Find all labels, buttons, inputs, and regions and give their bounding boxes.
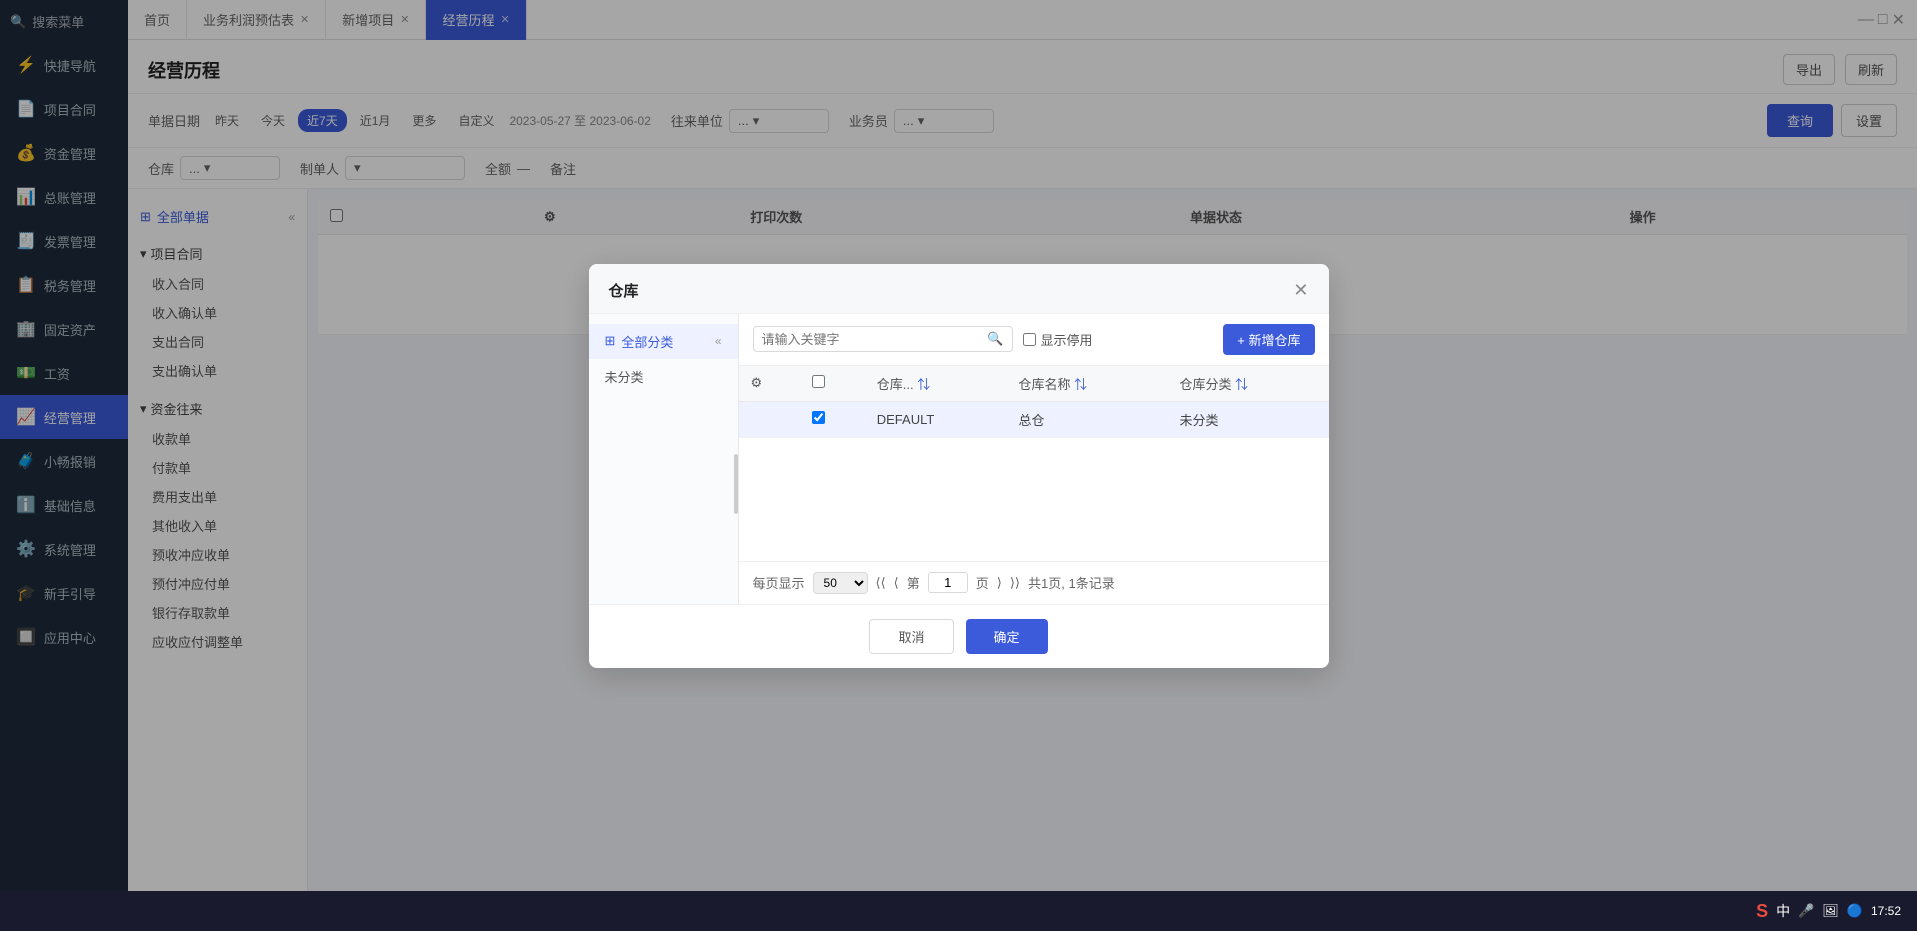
dialog-table-row[interactable]: DEFAULT 总仓 未分类: [739, 401, 1329, 437]
col-category-dialog: 仓库分类 ⇅: [1167, 366, 1328, 402]
dialog-per-page-label: 每页显示: [753, 573, 805, 592]
dialog-left-all[interactable]: ⊞ 全部分类 «: [589, 324, 738, 359]
row-category: 未分类: [1167, 401, 1328, 437]
dialog-page-next[interactable]: ⟩: [997, 575, 1002, 591]
show-disabled-checkbox[interactable]: [1023, 333, 1036, 346]
modal-overlay: 仓库 ✕ ⊞ 全部分类 « 未分类: [0, 0, 1917, 931]
dialog-right-panel: 🔍 显示停用 + 新增仓库 ⚙: [739, 314, 1329, 604]
col-code-dialog: 仓库... ⇅: [865, 366, 1007, 402]
dialog-left-uncategorized[interactable]: 未分类: [589, 359, 738, 394]
dialog-pagination: 每页显示 50 100 ⟨⟨ ⟨ 第 页 ⟩ ⟩⟩ 共1页, 1条记录: [739, 561, 1329, 604]
dialog-close-button[interactable]: ✕: [1293, 281, 1308, 299]
dialog-title: 仓库: [609, 280, 639, 301]
dialog-page-first[interactable]: ⟨⟨: [876, 575, 886, 591]
sort-icon[interactable]: ⇅: [917, 377, 930, 392]
sort-cat-icon[interactable]: ⇅: [1235, 377, 1248, 392]
dialog-select-all[interactable]: [812, 375, 825, 388]
dialog-page-input[interactable]: [928, 572, 968, 593]
taskbar-time: 17:52: [1871, 904, 1901, 918]
dialog-left-panel: ⊞ 全部分类 « 未分类: [589, 314, 739, 604]
sort-name-icon[interactable]: ⇅: [1074, 377, 1087, 392]
dialog-page-label: 第: [907, 573, 920, 592]
confirm-button[interactable]: 确定: [966, 619, 1048, 654]
row-checkbox[interactable]: [800, 401, 864, 437]
taskbar-brand-icon: S: [1756, 901, 1768, 922]
dialog-total-label: 共1页, 1条记录: [1028, 573, 1115, 592]
row-name: 总仓: [1006, 401, 1167, 437]
taskbar-icon-3[interactable]: 🖼: [1822, 903, 1839, 919]
add-warehouse-button[interactable]: + 新增仓库: [1223, 324, 1314, 355]
dialog-page-end: 页: [976, 573, 989, 592]
col-check-dialog: [800, 366, 864, 402]
dialog-page-prev[interactable]: ⟨: [894, 575, 899, 591]
cancel-button[interactable]: 取消: [869, 619, 953, 654]
dialog-header: 仓库 ✕: [589, 264, 1329, 314]
col-settings-dialog: ⚙: [739, 366, 801, 402]
all-category-icon: ⊞: [605, 333, 616, 349]
search-icon-dialog: 🔍: [987, 331, 1003, 347]
col-name-dialog: 仓库名称 ⇅: [1006, 366, 1167, 402]
taskbar-icon-1[interactable]: 中: [1776, 901, 1790, 921]
dialog-page-last[interactable]: ⟩⟩: [1010, 575, 1020, 591]
taskbar-icon-4[interactable]: 🔵: [1847, 903, 1863, 919]
dialog-search-input[interactable]: [762, 332, 982, 347]
row-id: DEFAULT: [865, 401, 1007, 437]
show-disabled-checkbox-label[interactable]: 显示停用: [1023, 330, 1093, 349]
dialog-search-box: 🔍: [753, 326, 1013, 352]
taskbar: S 中 🎤 🖼 🔵 17:52: [0, 891, 1917, 931]
dialog-body: ⊞ 全部分类 « 未分类 🔍: [589, 314, 1329, 604]
warehouse-dialog: 仓库 ✕ ⊞ 全部分类 « 未分类: [589, 264, 1329, 668]
dialog-table: ⚙ 仓库... ⇅ 仓库名称 ⇅: [739, 366, 1329, 561]
left-collapse-icon[interactable]: «: [715, 334, 722, 348]
row-settings: [739, 401, 801, 437]
dialog-toolbar: 🔍 显示停用 + 新增仓库: [739, 314, 1329, 366]
taskbar-icon-2[interactable]: 🎤: [1798, 903, 1814, 919]
dialog-per-page-select[interactable]: 50 100: [813, 572, 868, 594]
dialog-footer: 取消 确定: [589, 604, 1329, 668]
